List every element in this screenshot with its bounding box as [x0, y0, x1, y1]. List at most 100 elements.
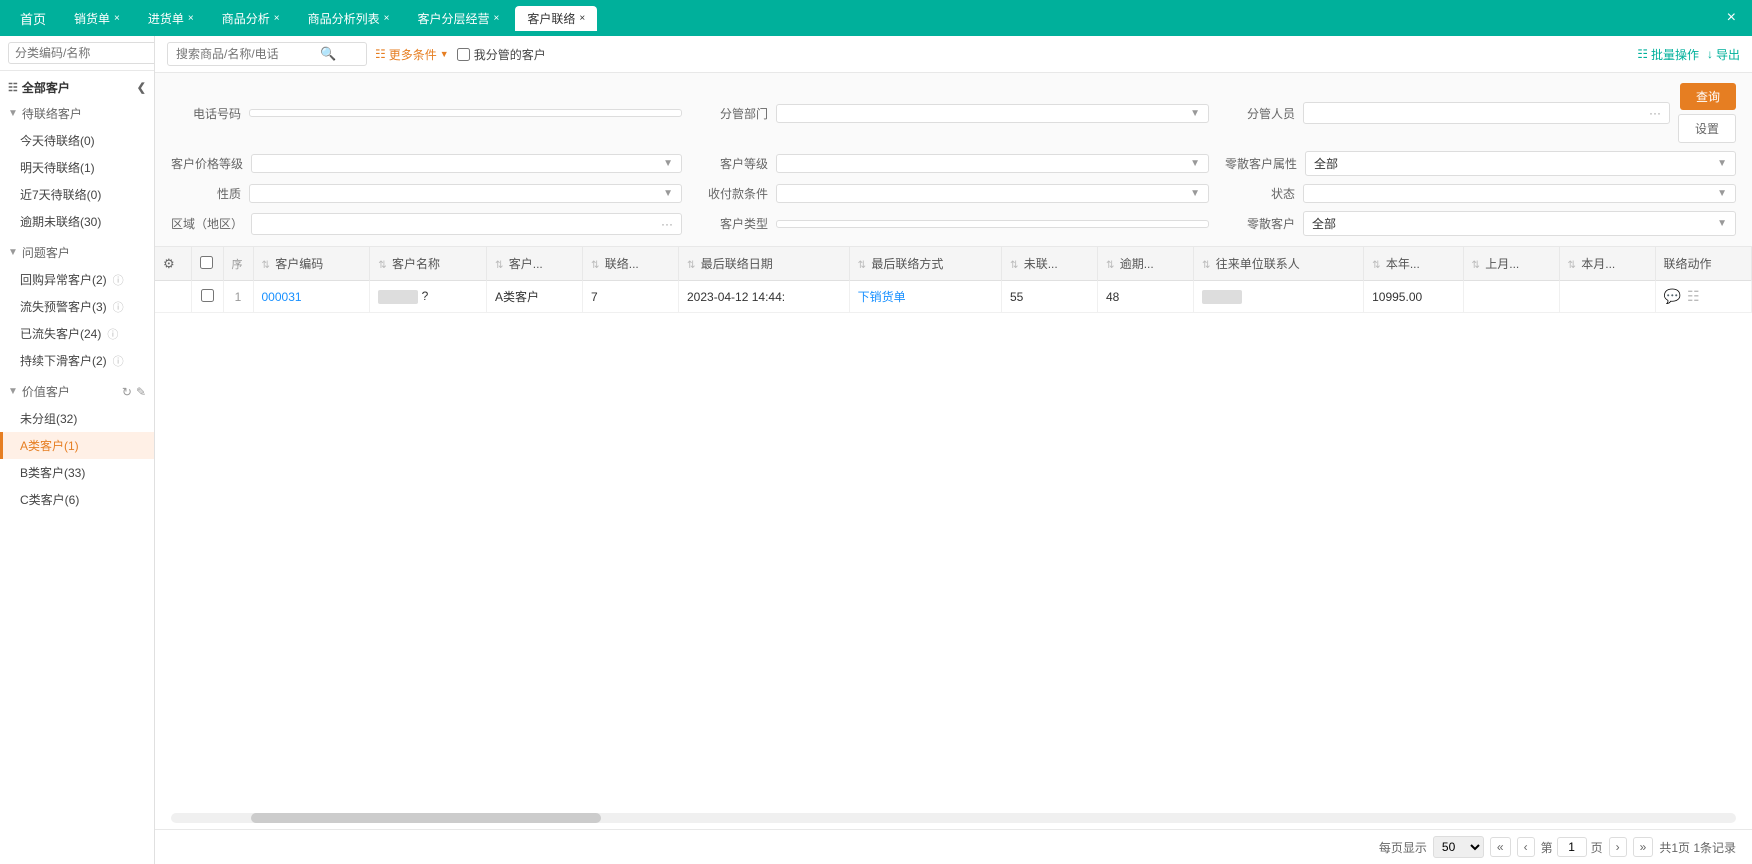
customer-level-input[interactable]: ▼ [776, 154, 1209, 173]
sidebar-all-customers-header[interactable]: ☷ 全部客户 ❮ [0, 71, 154, 100]
col-overdue[interactable]: ⇅ 逾期... [1097, 247, 1193, 281]
sidebar-item-overdue[interactable]: 逾期未联络(30) [0, 208, 154, 235]
value-customers-actions: ↻ ✎ [122, 385, 146, 399]
my-customers-checkbox[interactable] [457, 48, 470, 61]
col-annual[interactable]: ⇅ 本年... [1364, 247, 1463, 281]
export-button[interactable]: ↓ 导出 [1707, 46, 1740, 63]
nav-tab-purchase[interactable]: 进货单 × [136, 6, 206, 31]
payment-input[interactable]: ▼ [776, 184, 1209, 203]
col-contact-count[interactable]: ⇅ 联络... [583, 247, 679, 281]
close-tab-sales[interactable]: × [114, 13, 120, 24]
row-checkbox[interactable] [201, 289, 214, 302]
filter-row-status: 状态 ▼ [1225, 184, 1736, 203]
col-last-contact-date[interactable]: ⇅ 最后联络日期 [679, 247, 850, 281]
customer-type-input[interactable] [776, 220, 1209, 228]
table-settings-icon[interactable]: ⚙ [163, 256, 175, 271]
col-customer-name[interactable]: ⇅ 客户名称 [370, 247, 487, 281]
sidebar-item-a-class[interactable]: A类客户(1) [0, 432, 154, 459]
chat-action-icon[interactable]: 💬 [1664, 288, 1681, 305]
sidebar-item-tomorrow[interactable]: 明天待联络(1) [0, 154, 154, 181]
qr-action-icon[interactable]: ☷ [1687, 288, 1700, 305]
filter-row-payment: 收付款条件 ▼ [698, 184, 1209, 203]
phone-input[interactable] [249, 109, 682, 117]
close-tab-customer-tier[interactable]: × [493, 13, 499, 24]
first-page-button[interactable]: « [1490, 837, 1511, 857]
collapse-icon[interactable]: ❮ [137, 81, 146, 94]
sidebar-item-repurchase-abnormal[interactable]: 回购异常客户(2) ⓘ [0, 266, 154, 293]
value-customers-group: ▼ 价值客户 ↻ ✎ 未分组(32) A类客户(1) B类客户(33) C类客户… [0, 378, 154, 513]
value-customers-title[interactable]: ▼ 价值客户 ↻ ✎ [0, 378, 154, 405]
prev-page-button[interactable]: ‹ [1517, 837, 1535, 857]
horizontal-scrollbar[interactable] [171, 813, 1736, 823]
col-last-contact-method[interactable]: ⇅ 最后联络方式 [849, 247, 1001, 281]
close-window-button[interactable]: × [1719, 5, 1744, 31]
page-size-select[interactable]: 50 100 200 [1433, 836, 1484, 858]
filter-row-retail-customer: 零散客户 全部 ▼ [1225, 211, 1736, 236]
sidebar-item-7days[interactable]: 近7天待联络(0) [0, 181, 154, 208]
sidebar-item-churned[interactable]: 已流失客户(24) ⓘ [0, 320, 154, 347]
filter-search-icon[interactable]: 🔍 [320, 46, 336, 62]
last-page-button[interactable]: » [1633, 837, 1654, 857]
filter-search-input[interactable] [176, 47, 316, 61]
status-input[interactable]: ▼ [1303, 184, 1736, 203]
close-tab-purchase[interactable]: × [188, 13, 194, 24]
nav-tab-analysis[interactable]: 商品分析 × [210, 6, 292, 31]
row-last-method[interactable]: 下销货单 [849, 281, 1001, 313]
info-icon-0: ⓘ [113, 272, 124, 288]
row-name[interactable]: ? [370, 281, 487, 313]
price-level-input[interactable]: ▼ [251, 154, 682, 173]
retail-customer-dropdown-icon: ▼ [1717, 218, 1727, 229]
customer-level-dropdown-icon: ▼ [1190, 158, 1200, 169]
col-unit-contact[interactable]: ⇅ 往来单位联系人 [1193, 247, 1363, 281]
nature-input[interactable]: ▼ [249, 184, 682, 203]
sidebar-search-input[interactable] [8, 42, 155, 64]
col-last-month[interactable]: ⇅ 上月... [1463, 247, 1559, 281]
sidebar-item-today[interactable]: 今天待联络(0) [0, 127, 154, 154]
department-input[interactable]: ▼ [776, 104, 1209, 123]
refresh-icon[interactable]: ↻ [122, 385, 132, 399]
row-code[interactable]: 000031 [253, 281, 370, 313]
retail-customer-input[interactable]: 全部 ▼ [1303, 211, 1736, 236]
close-tab-analysis-list[interactable]: × [384, 13, 390, 24]
close-tab-analysis[interactable]: × [274, 13, 280, 24]
batch-operation-button[interactable]: ☷ 批量操作 [1637, 46, 1699, 63]
sort-icon-unit: ⇅ [1202, 260, 1210, 271]
edit-icon[interactable]: ✎ [136, 385, 146, 399]
manager-input[interactable]: ··· [1303, 102, 1670, 124]
nav-tab-customer-contact[interactable]: 客户联络 × [515, 6, 597, 31]
info-icon-3: ⓘ [113, 353, 124, 369]
region-input[interactable]: ··· [251, 213, 682, 235]
query-button[interactable]: 查询 [1680, 83, 1736, 110]
nav-tab-customer-tier[interactable]: 客户分层经营 × [405, 6, 511, 31]
problem-customers-title[interactable]: ▼ 问题客户 [0, 239, 154, 266]
next-page-button[interactable]: › [1609, 837, 1627, 857]
nav-tab-sales[interactable]: 销货单 × [62, 6, 132, 31]
payment-dropdown-icon: ▼ [1190, 188, 1200, 199]
my-customers-filter[interactable]: 我分管的客户 [457, 46, 546, 63]
row-actions: 💬 ☷ [1664, 288, 1743, 305]
price-level-dropdown-icon: ▼ [663, 158, 673, 169]
blurred-name [378, 290, 418, 304]
info-icon-2: ⓘ [107, 326, 118, 342]
col-customer-code[interactable]: ⇅ 客户编码 [253, 247, 370, 281]
col-this-month[interactable]: ⇅ 本月... [1559, 247, 1655, 281]
nav-home[interactable]: 首页 [8, 5, 58, 32]
pending-contact-title[interactable]: ▼ 待联络客户 [0, 100, 154, 127]
select-all-checkbox[interactable] [200, 256, 213, 269]
sidebar-item-b-class[interactable]: B类客户(33) [0, 459, 154, 486]
col-uncontacted[interactable]: ⇅ 未联... [1001, 247, 1097, 281]
sidebar-item-ungroup[interactable]: 未分组(32) [0, 405, 154, 432]
batch-icon: ☷ [1637, 47, 1648, 61]
page-input[interactable] [1557, 837, 1587, 857]
row-annual: 10995.00 [1364, 281, 1463, 313]
close-tab-customer-contact[interactable]: × [579, 13, 585, 24]
retail-attr-input[interactable]: 全部 ▼ [1305, 151, 1736, 176]
more-conditions-button[interactable]: ☷ 更多条件 ▼ [375, 46, 449, 63]
sidebar-item-churn-warning[interactable]: 流失预警客户(3) ⓘ [0, 293, 154, 320]
row-number: 1 [223, 281, 253, 313]
col-customer-type[interactable]: ⇅ 客户... [487, 247, 583, 281]
nav-tab-analysis-list[interactable]: 商品分析列表 × [296, 6, 402, 31]
sidebar-item-c-class[interactable]: C类客户(6) [0, 486, 154, 513]
settings-button[interactable]: 设置 [1678, 114, 1736, 143]
sidebar-item-declining[interactable]: 持续下滑客户(2) ⓘ [0, 347, 154, 374]
